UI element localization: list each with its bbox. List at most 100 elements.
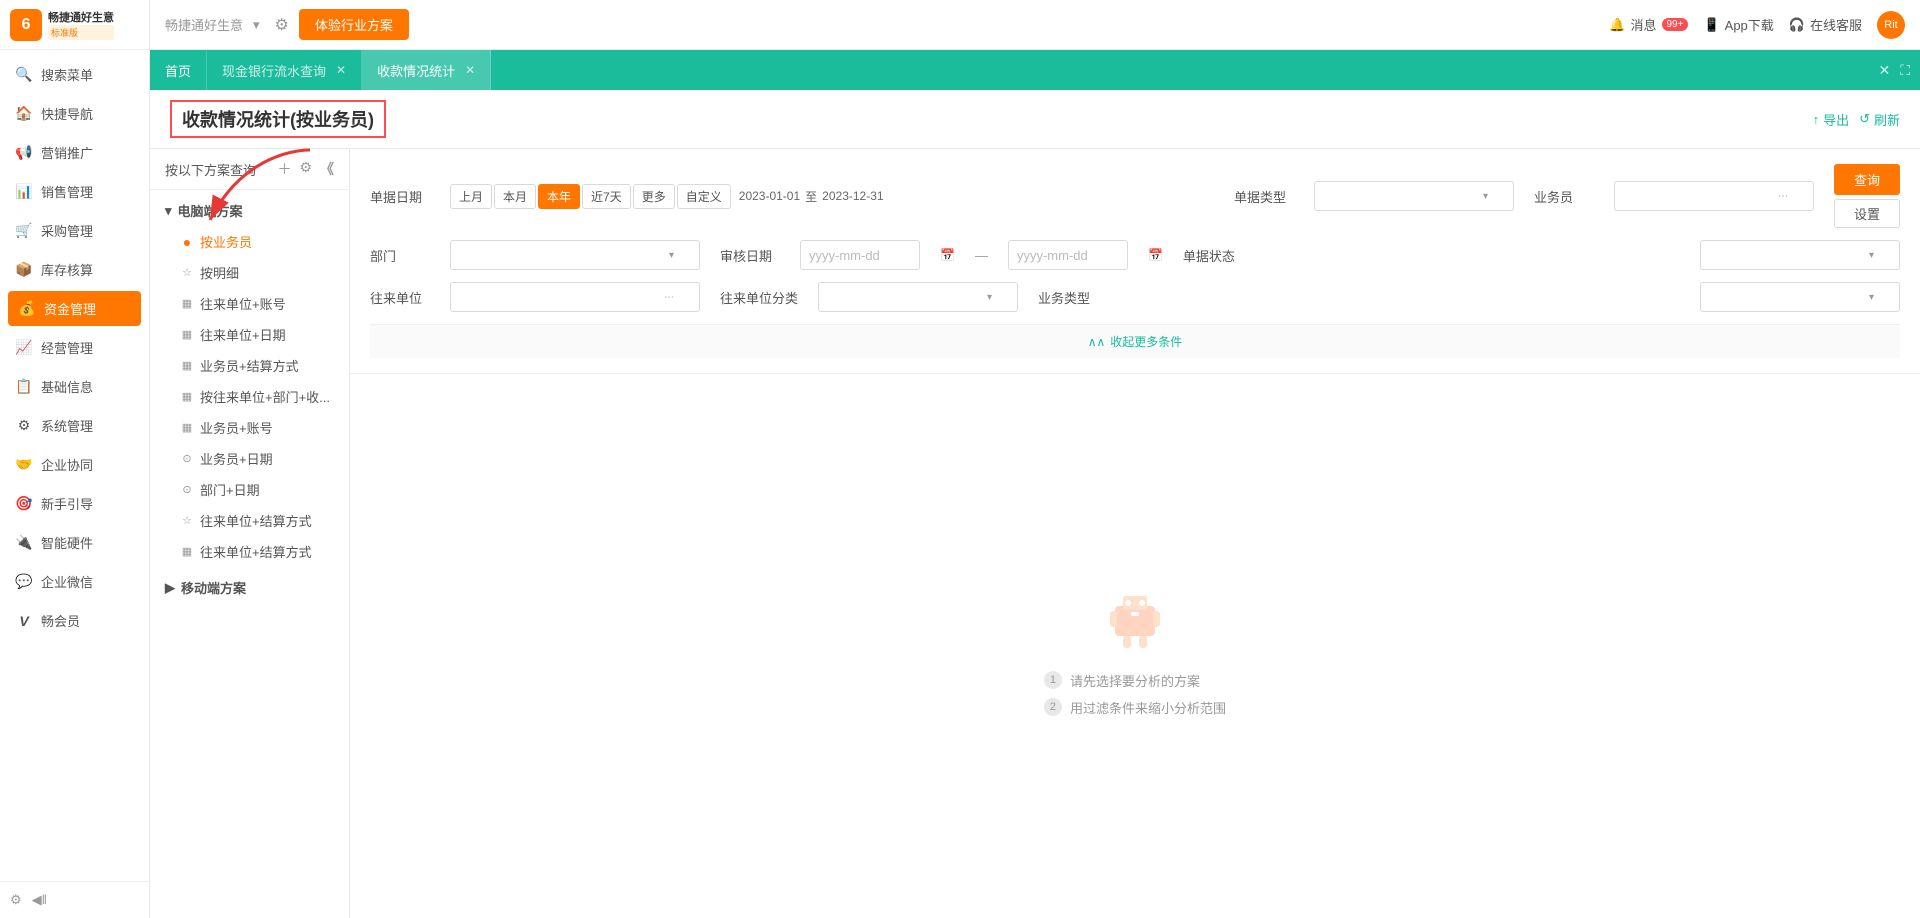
collection-stats-label: 收款情况统计 bbox=[377, 61, 455, 80]
tree-item-dept-date[interactable]: ⊙ 部门+日期 bbox=[150, 474, 349, 505]
enterprise-icon: 🤝 bbox=[15, 456, 33, 474]
date-field: 上月 本月 本年 近7天 更多 自定义 2023-01-01 至 2023-12… bbox=[450, 184, 1214, 209]
sidebar-item-system[interactable]: ⚙ 系统管理 bbox=[0, 406, 149, 445]
partner-account-icon: ▦ bbox=[180, 297, 194, 311]
salesperson-date-icon: ⊙ bbox=[180, 452, 194, 466]
footer-settings-icon[interactable]: ⚙ bbox=[10, 892, 22, 908]
cart-icon: 🛒 bbox=[15, 222, 33, 240]
tabs-bar: 首页 现金银行流水查询 ✕ 收款情况统计 ✕ ✕ ⛶ bbox=[150, 50, 1920, 90]
detail-icon: ☆ bbox=[180, 266, 194, 280]
footer-collapse-icon[interactable]: ◀‖ bbox=[32, 892, 47, 908]
panel-icon-group: ＋ ⚙ 《 bbox=[277, 159, 334, 179]
sidebar-item-base[interactable]: 📋 基础信息 bbox=[0, 367, 149, 406]
tab-home[interactable]: 首页 bbox=[150, 50, 207, 90]
sidebar-item-member[interactable]: V 畅会员 bbox=[0, 601, 149, 640]
sidebar-footer: ⚙ ◀‖ bbox=[0, 881, 149, 918]
date-to: 至 bbox=[805, 188, 817, 205]
sidebar-item-sales[interactable]: 📊 销售管理 bbox=[0, 172, 149, 211]
add-scheme-icon[interactable]: ＋ bbox=[277, 159, 291, 179]
online-service-btn[interactable]: 🎧 在线客服 bbox=[1789, 15, 1862, 34]
tree-item-salesperson-date[interactable]: ⊙ 业务员+日期 bbox=[150, 443, 349, 474]
filter-row-3: 往来单位 ⋯ 往来单位分类 ▾ 业务类型 ▾ bbox=[370, 282, 1900, 312]
tree-parent-desktop[interactable]: ▾ 电脑端方案 bbox=[150, 195, 349, 226]
sidebar-item-marketing[interactable]: 📢 营销推广 bbox=[0, 133, 149, 172]
sidebar: 6 畅捷通好生意 标准版 🔍 搜索菜单 🏠 快捷导航 📢 营销推广 📊 销售管理… bbox=[0, 0, 150, 918]
business-type-dropdown-icon: ▾ bbox=[1869, 292, 1874, 303]
tab-collection-stats[interactable]: 收款情况统计 ✕ bbox=[362, 50, 491, 90]
bank-flow-close-icon[interactable]: ✕ bbox=[336, 63, 346, 77]
tree-item-partner-account[interactable]: ▦ 往来单位+账号 bbox=[150, 288, 349, 319]
partner-category-dropdown-icon: ▾ bbox=[987, 292, 992, 303]
review-start-input[interactable]: yyyy-mm-dd bbox=[800, 240, 920, 270]
refresh-button[interactable]: ↺ 刷新 bbox=[1859, 110, 1900, 129]
topbar-dropdown-icon[interactable]: ▾ bbox=[253, 17, 260, 33]
date-tab-7days[interactable]: 近7天 bbox=[582, 184, 631, 209]
empty-state: 1 请先选择要分析的方案 2 用过滤条件来缩小分析范围 bbox=[350, 374, 1920, 918]
sidebar-item-wechat[interactable]: 💬 企业微信 bbox=[0, 562, 149, 601]
settings-button[interactable]: 设置 bbox=[1834, 199, 1900, 228]
partner-dept-icon: ▦ bbox=[180, 390, 194, 404]
sidebar-item-guide[interactable]: 🎯 新手引导 bbox=[0, 484, 149, 523]
sidebar-item-operation[interactable]: 📈 经营管理 bbox=[0, 328, 149, 367]
tree-item-partner-date[interactable]: ▦ 往来单位+日期 bbox=[150, 319, 349, 350]
sidebar-item-purchase[interactable]: 🛒 采购管理 bbox=[0, 211, 149, 250]
notifications-btn[interactable]: 🔔 消息 99+ bbox=[1609, 15, 1688, 34]
tree-item-partner-settle1[interactable]: ☆ 往来单位+结算方式 bbox=[150, 505, 349, 536]
calendar-start-icon[interactable]: 📅 bbox=[940, 248, 955, 262]
query-button[interactable]: 查询 bbox=[1834, 164, 1900, 195]
tree-parent-mobile[interactable]: ▶ 移动端方案 bbox=[150, 572, 349, 603]
voucher-status-select[interactable]: ▾ bbox=[1700, 240, 1900, 270]
sidebar-item-hardware[interactable]: 🔌 智能硬件 bbox=[0, 523, 149, 562]
active-item-icon: ● bbox=[180, 235, 194, 249]
topbar-settings-icon[interactable]: ⚙ bbox=[275, 15, 289, 35]
business-type-select[interactable]: ▾ bbox=[1700, 282, 1900, 312]
date-tab-more[interactable]: 更多 bbox=[633, 184, 675, 209]
date-tab-last-month[interactable]: 上月 bbox=[450, 184, 492, 209]
date-tab-custom[interactable]: 自定义 bbox=[677, 184, 731, 209]
dept-select[interactable]: ▾ bbox=[450, 240, 700, 270]
topbar-brand: 畅捷通好生意 bbox=[165, 15, 243, 34]
tree-item-detail[interactable]: ☆ 按明细 bbox=[150, 257, 349, 288]
date-tab-this-month[interactable]: 本月 bbox=[494, 184, 536, 209]
trial-button[interactable]: 体验行业方案 bbox=[299, 9, 409, 40]
maximize-icon[interactable]: ⛶ bbox=[1900, 62, 1910, 79]
tree-item-partner-settle2[interactable]: ▦ 往来单位+结算方式 bbox=[150, 536, 349, 567]
date-tabs: 上月 本月 本年 近7天 更多 自定义 bbox=[450, 184, 731, 209]
collection-stats-close-icon[interactable]: ✕ bbox=[465, 63, 475, 77]
dept-dropdown-icon: ▾ bbox=[669, 250, 674, 261]
tree-item-salesperson-account[interactable]: ▦ 业务员+账号 bbox=[150, 412, 349, 443]
tab-bank-flow[interactable]: 现金银行流水查询 ✕ bbox=[207, 50, 362, 90]
salesperson-select[interactable]: ⋯ bbox=[1614, 181, 1814, 211]
export-button[interactable]: ↑ 导出 bbox=[1813, 110, 1850, 129]
settings-scheme-icon[interactable]: ⚙ bbox=[299, 159, 312, 179]
voucher-status-label: 单据状态 bbox=[1183, 246, 1243, 265]
partner-category-select[interactable]: ▾ bbox=[818, 282, 1018, 312]
tree-item-by-salesperson[interactable]: ● 按业务员 bbox=[150, 226, 349, 257]
sidebar-item-inventory[interactable]: 📦 库存核算 bbox=[0, 250, 149, 289]
voucher-type-dropdown-icon: ▾ bbox=[1483, 191, 1488, 202]
page-title: 收款情况统计(按业务员) bbox=[170, 100, 386, 138]
collapse-panel-icon[interactable]: 《 bbox=[320, 159, 334, 179]
voucher-type-select[interactable]: ▾ bbox=[1314, 181, 1514, 211]
sidebar-item-enterprise[interactable]: 🤝 企业协同 bbox=[0, 445, 149, 484]
date-end: 2023-12-31 bbox=[822, 189, 883, 203]
sidebar-item-fund[interactable]: 💰 资金管理 bbox=[8, 291, 141, 326]
calendar-end-icon[interactable]: 📅 bbox=[1148, 248, 1163, 262]
base-icon: 📋 bbox=[15, 378, 33, 396]
tree-item-salesperson-settlement[interactable]: ▦ 业务员+结算方式 bbox=[150, 350, 349, 381]
app-download-btn[interactable]: 📱 App下载 bbox=[1703, 15, 1773, 34]
collapse-bar[interactable]: ∧∧ 收起更多条件 bbox=[370, 324, 1900, 358]
sidebar-item-quick-nav[interactable]: 🏠 快捷导航 bbox=[0, 94, 149, 133]
user-avatar[interactable]: Rit bbox=[1877, 11, 1905, 39]
tree-item-partner-dept[interactable]: ▦ 按往来单位+部门+收... bbox=[150, 381, 349, 412]
mobile-expand-icon: ▶ bbox=[165, 580, 175, 596]
voucher-type-label: 单据类型 bbox=[1234, 187, 1294, 206]
settings-icon: ⚙ bbox=[15, 417, 33, 435]
minimize-icon[interactable]: ✕ bbox=[1878, 62, 1890, 79]
business-type-label: 业务类型 bbox=[1038, 288, 1098, 307]
partner-select[interactable]: ⋯ bbox=[450, 282, 700, 312]
salesperson-label: 业务员 bbox=[1534, 187, 1594, 206]
review-end-input[interactable]: yyyy-mm-dd bbox=[1008, 240, 1128, 270]
date-tab-this-year[interactable]: 本年 bbox=[538, 184, 580, 209]
sidebar-item-search[interactable]: 🔍 搜索菜单 bbox=[0, 55, 149, 94]
